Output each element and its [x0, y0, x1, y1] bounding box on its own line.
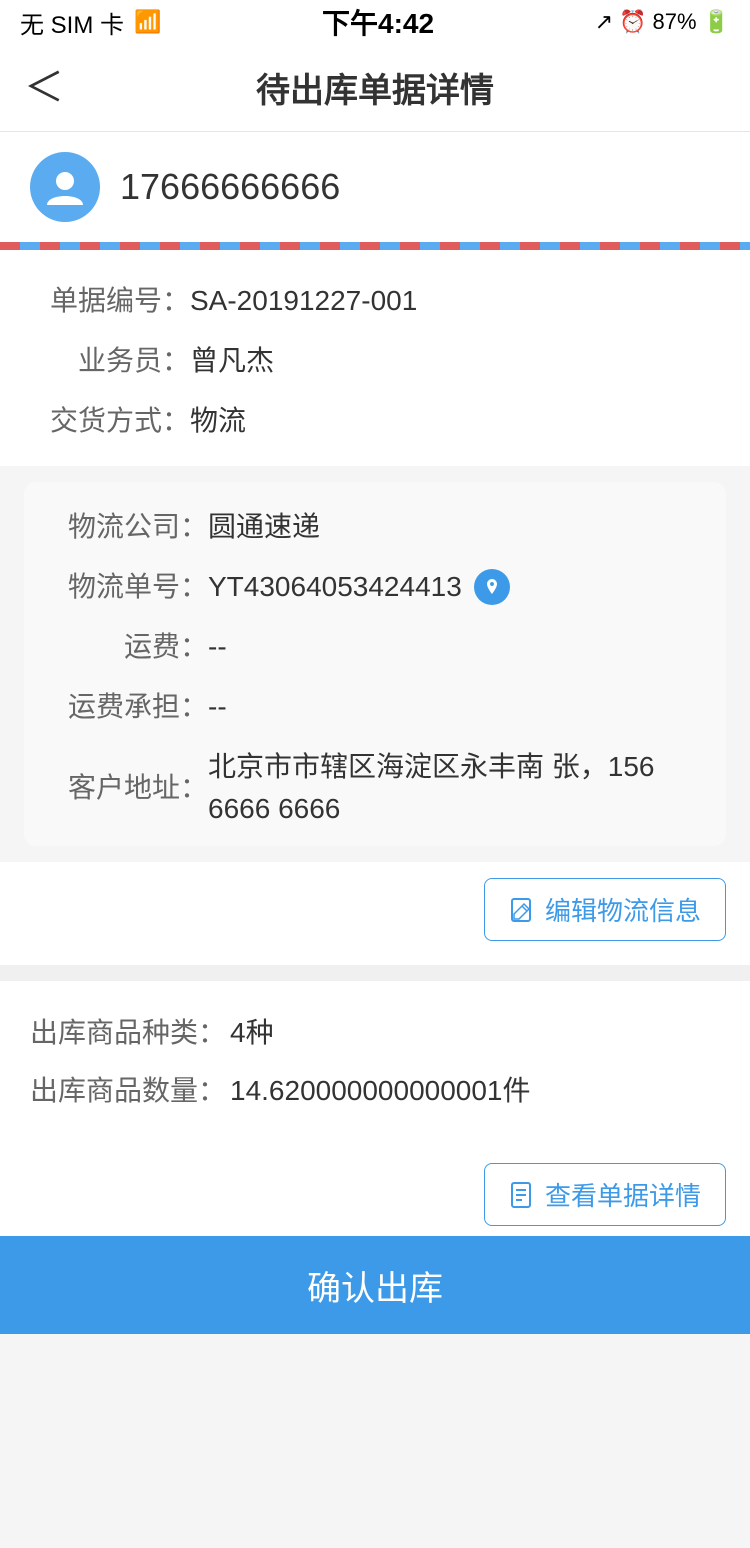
address-value: 北京市市辖区海淀区永丰南 张，156 6666 6666	[208, 746, 702, 830]
goods-type-row: 出库商品种类： 4种	[30, 1011, 720, 1051]
salesman-row: 业务员： 曾凡杰	[30, 340, 720, 382]
back-button[interactable]: ＜	[24, 68, 64, 108]
salesman-value: 曾凡杰	[190, 340, 720, 382]
battery-text: 87%	[653, 9, 697, 35]
view-detail-row: 查看单据详情	[0, 1147, 750, 1250]
freight-bearer-value: --	[208, 686, 702, 728]
freight-row: 运费： --	[48, 626, 702, 668]
customer-section: 17666666666	[0, 132, 750, 242]
freight-value: --	[208, 626, 702, 668]
order-no-label: 单据编号：	[30, 280, 190, 322]
section-divider-1	[0, 965, 750, 981]
order-no-row: 单据编号： SA-20191227-001	[30, 280, 720, 322]
tracking-no-value: YT43064053424413	[208, 566, 702, 608]
edit-logistics-button[interactable]: 编辑物流信息	[484, 878, 726, 941]
order-info-section: 单据编号： SA-20191227-001 业务员： 曾凡杰 交货方式： 物流	[0, 250, 750, 466]
tracking-no-row: 物流单号： YT43064053424413	[48, 566, 702, 608]
salesman-label: 业务员：	[30, 340, 190, 382]
freight-bearer-label: 运费承担：	[48, 686, 208, 728]
delivery-method-label: 交货方式：	[30, 400, 190, 442]
time-display: 下午4:42	[322, 2, 434, 42]
freight-bearer-row: 运费承担： --	[48, 686, 702, 728]
status-right: ↗ ⏰ 87% 🔋	[595, 9, 730, 35]
alarm-icon: ⏰	[619, 9, 646, 35]
delivery-method-row: 交货方式： 物流	[30, 400, 720, 442]
logistics-card: 物流公司： 圆通速递 物流单号： YT43064053424413 运费： --	[24, 482, 726, 846]
battery-icon: 🔋	[703, 9, 730, 35]
status-bar: 无 SIM 卡 📶 下午4:42 ↗ ⏰ 87% 🔋	[0, 0, 750, 44]
nav-bar: ＜ 待出库单据详情	[0, 44, 750, 132]
edit-icon	[509, 896, 537, 924]
avatar	[30, 152, 100, 222]
address-row: 客户地址： 北京市市辖区海淀区永丰南 张，156 6666 6666	[48, 746, 702, 830]
dashed-divider	[0, 242, 750, 250]
carrier-text: 无 SIM 卡	[20, 5, 124, 40]
order-no-value: SA-20191227-001	[190, 280, 720, 322]
delivery-method-value: 物流	[190, 400, 720, 442]
logistics-company-value: 圆通速递	[208, 506, 702, 548]
goods-quantity-label: 出库商品数量：	[30, 1069, 230, 1109]
goods-type-label: 出库商品种类：	[30, 1011, 230, 1051]
tracking-no-label: 物流单号：	[48, 566, 208, 608]
goods-quantity-row: 出库商品数量： 14.620000000000001件	[30, 1069, 720, 1109]
goods-section: 出库商品种类： 4种 出库商品数量： 14.620000000000001件	[0, 981, 750, 1147]
freight-label: 运费：	[48, 626, 208, 668]
customer-phone: 17666666666	[120, 166, 340, 208]
status-left: 无 SIM 卡 📶	[20, 5, 161, 40]
view-detail-label: 查看单据详情	[545, 1176, 701, 1213]
goods-quantity-value: 14.620000000000001件	[230, 1069, 531, 1109]
logistics-company-label: 物流公司：	[48, 506, 208, 548]
edit-logistics-row: 编辑物流信息	[0, 862, 750, 965]
goods-type-value: 4种	[230, 1011, 274, 1051]
confirm-bar[interactable]: 确认出库	[0, 1236, 750, 1334]
edit-logistics-label: 编辑物流信息	[545, 891, 701, 928]
address-label: 客户地址：	[48, 767, 208, 809]
location-status-icon: ↗	[595, 9, 613, 35]
location-pin-icon[interactable]	[474, 569, 510, 605]
wifi-icon: 📶	[134, 9, 161, 35]
page-title: 待出库单据详情	[256, 63, 494, 112]
user-avatar-icon	[43, 165, 87, 209]
confirm-button-label: 确认出库	[307, 1261, 443, 1310]
logistics-company-row: 物流公司： 圆通速递	[48, 506, 702, 548]
view-detail-button[interactable]: 查看单据详情	[484, 1163, 726, 1226]
document-icon	[509, 1181, 537, 1209]
